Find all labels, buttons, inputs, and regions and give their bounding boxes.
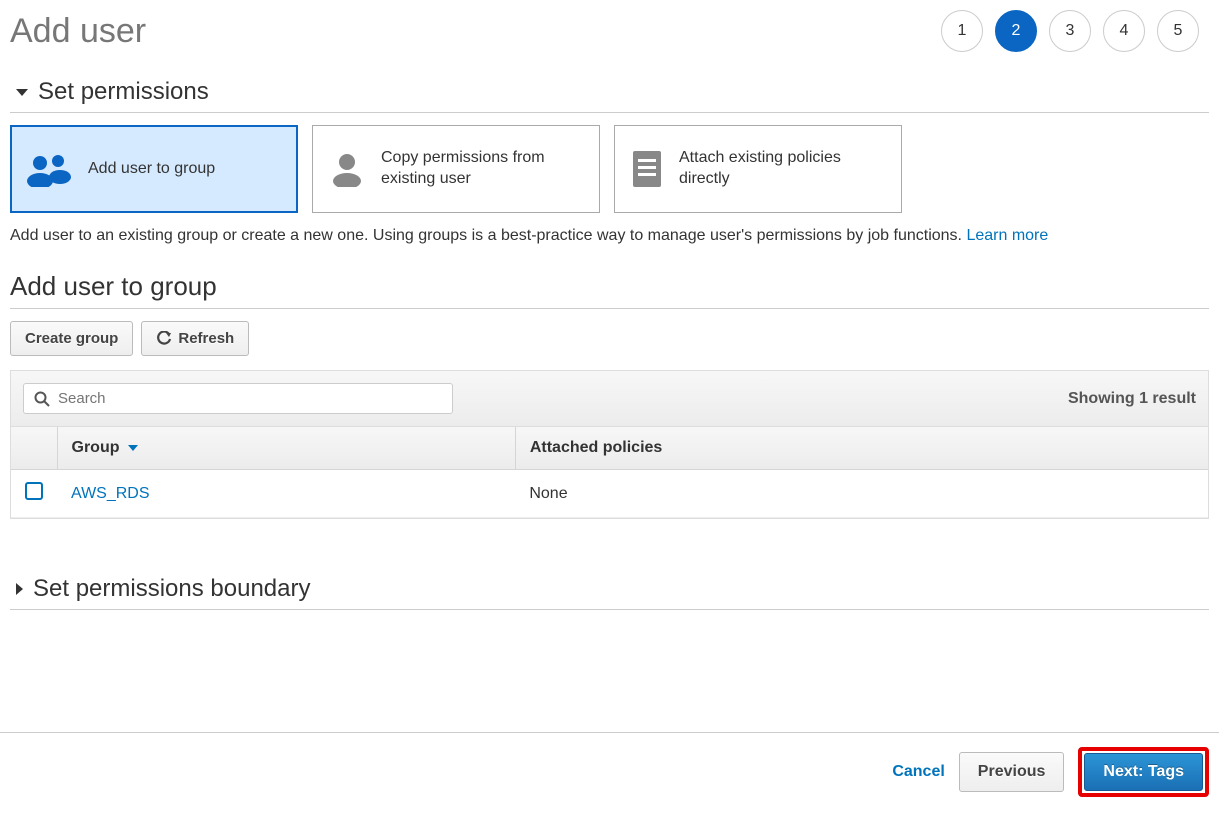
option-attach-policies[interactable]: Attach existing policies directly [614,125,902,213]
permissions-boundary-header[interactable]: Set permissions boundary [10,569,1209,610]
create-group-button[interactable]: Create group [10,321,133,356]
step-1[interactable]: 1 [941,10,983,52]
refresh-button[interactable]: Refresh [141,321,249,356]
search-input[interactable] [58,390,442,407]
learn-more-link[interactable]: Learn more [966,227,1048,244]
add-user-to-group-header: Add user to group [10,265,1209,309]
step-2[interactable]: 2 [995,10,1037,52]
wizard-footer: Cancel Previous Next: Tags [0,732,1219,811]
next-button[interactable]: Next: Tags [1084,753,1203,791]
option-add-user-to-group[interactable]: Add user to group [10,125,298,213]
col-group[interactable]: Group [57,427,515,470]
previous-button[interactable]: Previous [959,752,1065,792]
step-3[interactable]: 3 [1049,10,1091,52]
search-icon [34,391,50,407]
group-icon [26,151,74,187]
option-label: Add user to group [88,159,215,180]
step-5[interactable]: 5 [1157,10,1199,52]
group-link[interactable]: AWS_RDS [71,485,150,502]
option-label: Copy permissions from existing user [381,148,585,190]
col-checkbox [11,427,57,470]
page-title: Add user [10,12,146,51]
search-box[interactable] [23,383,453,414]
policies-cell: None [515,470,1208,518]
boundary-label: Set permissions boundary [33,575,310,603]
option-copy-permissions[interactable]: Copy permissions from existing user [312,125,600,213]
caret-down-icon [16,89,28,96]
permissions-description: Add user to an existing group or create … [10,227,1209,245]
sort-icon [128,445,138,451]
step-indicator: 1 2 3 4 5 [941,10,1209,52]
groups-table: Showing 1 result Group Attached policies… [10,370,1209,519]
result-count: Showing 1 result [1068,390,1196,408]
col-policies[interactable]: Attached policies [515,427,1208,470]
row-checkbox[interactable] [25,482,43,500]
set-permissions-label: Set permissions [38,78,209,106]
next-button-highlight: Next: Tags [1078,747,1209,797]
document-icon [629,149,665,189]
person-icon [327,151,367,187]
set-permissions-header[interactable]: Set permissions [10,72,1209,113]
caret-right-icon [16,583,23,595]
cancel-button[interactable]: Cancel [892,763,944,781]
refresh-icon [156,331,172,347]
option-label: Attach existing policies directly [679,148,887,190]
table-row[interactable]: AWS_RDS None [11,470,1208,518]
step-4[interactable]: 4 [1103,10,1145,52]
